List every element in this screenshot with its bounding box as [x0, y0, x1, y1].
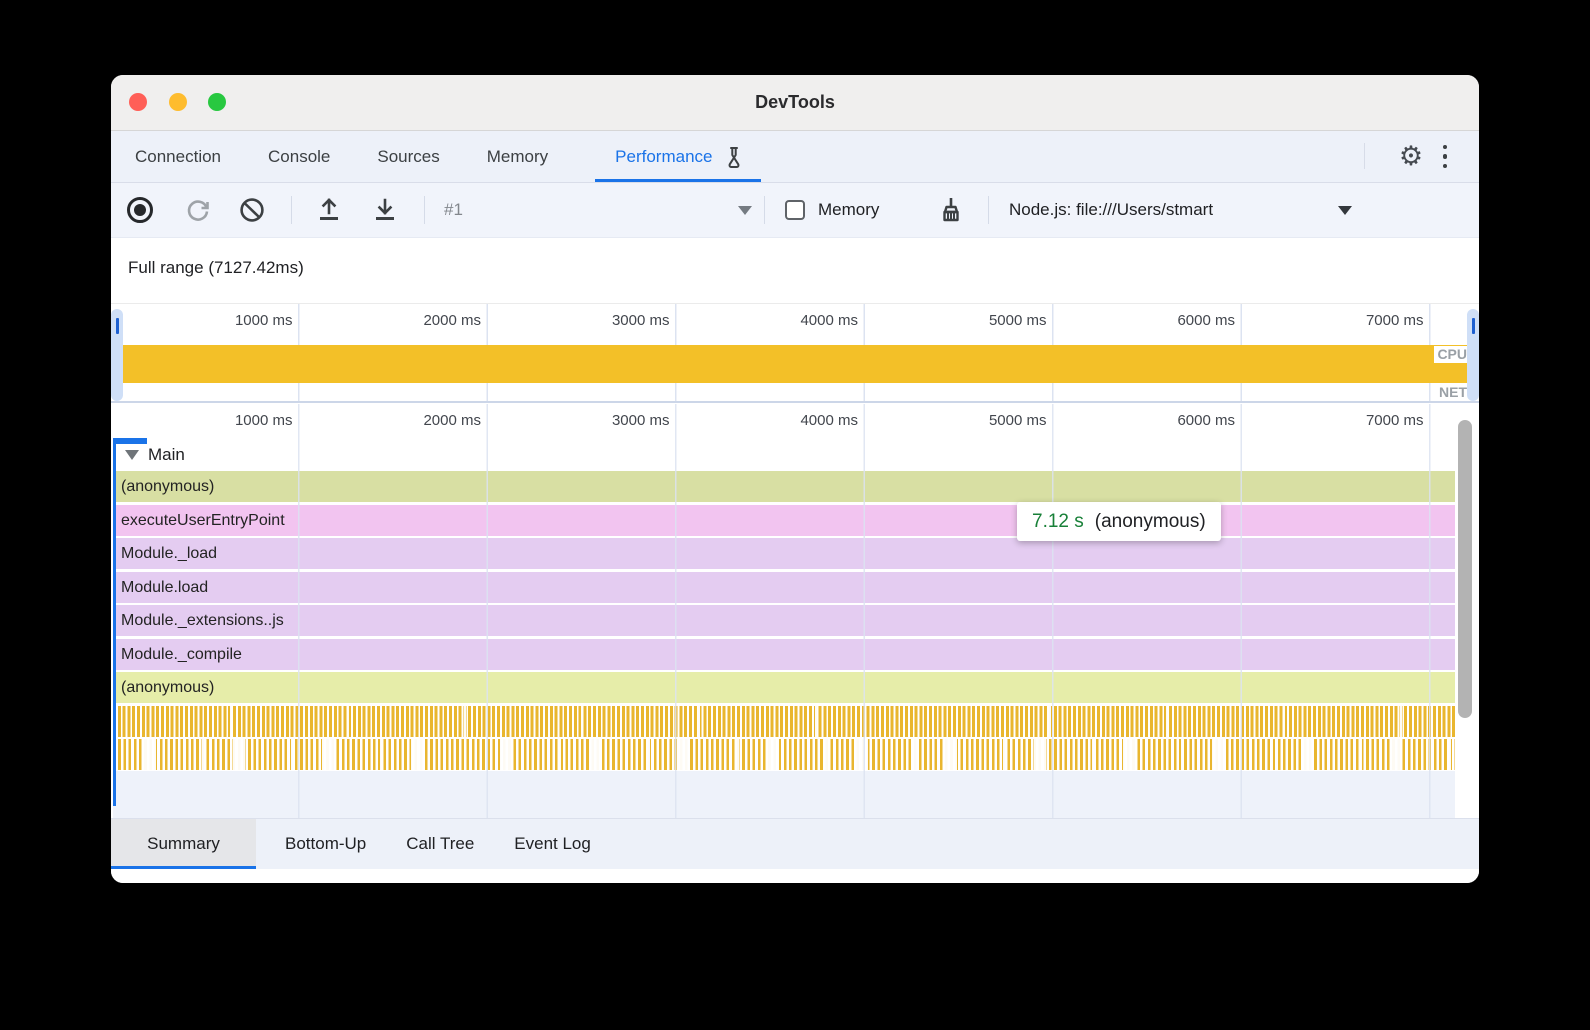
chevron-down-icon	[738, 206, 752, 215]
save-profile-button[interactable]	[370, 183, 400, 237]
tooltip-duration: 7.12 s	[1032, 511, 1084, 533]
tab-summary[interactable]: Summary	[111, 819, 256, 869]
record-button[interactable]	[125, 183, 155, 237]
tooltip-name: (anonymous)	[1095, 511, 1206, 533]
panel-tabbar: Connection Console Sources Memory Perfor…	[111, 131, 1479, 183]
full-range-label: Full range (7127.42ms)	[128, 258, 304, 278]
tab-call-tree[interactable]: Call Tree	[386, 819, 494, 869]
target-selector-arrow[interactable]	[1335, 183, 1355, 237]
tab-performance[interactable]: Performance	[595, 131, 752, 182]
history-dropdown-arrow[interactable]	[735, 183, 755, 237]
upload-icon	[316, 196, 342, 224]
tab-memory[interactable]: Memory	[487, 131, 548, 182]
cpu-activity-bar[interactable]	[113, 345, 1477, 383]
history-dropdown[interactable]: #1	[444, 183, 484, 237]
download-icon	[372, 196, 398, 224]
net-track-label: NET	[1436, 384, 1470, 401]
load-profile-button[interactable]	[314, 183, 344, 237]
cpu-track-label: CPU	[1434, 346, 1470, 363]
clear-icon	[239, 197, 265, 223]
tab-sources[interactable]: Sources	[377, 131, 439, 182]
flame-tooltip: 7.12 s (anonymous)	[1017, 502, 1221, 541]
tab-bottom-up[interactable]: Bottom-Up	[265, 819, 386, 869]
summary-pane	[111, 869, 1479, 883]
overview-left-handle[interactable]	[111, 309, 123, 401]
flask-icon	[723, 145, 745, 169]
vertical-scrollbar[interactable]	[1458, 420, 1472, 718]
checkbox-icon	[785, 200, 805, 220]
window-title: DevTools	[111, 75, 1479, 130]
reload-record-button[interactable]	[183, 183, 213, 237]
broom-icon	[936, 195, 966, 225]
reload-icon	[185, 197, 211, 223]
collect-garbage-button[interactable]	[933, 183, 969, 237]
track-selection-cap	[113, 438, 147, 444]
record-icon	[127, 197, 153, 223]
flame-ruler: 1000 ms 2000 ms 3000 ms 4000 ms 5000 ms …	[111, 404, 1431, 438]
toolbar-divider	[988, 196, 989, 224]
performance-toolbar: #1 Memory Node.js: file:///Users/stmart	[111, 183, 1479, 238]
titlebar: DevTools	[111, 75, 1479, 131]
memory-checkbox[interactable]	[785, 183, 805, 237]
main-track-header[interactable]: Main	[125, 440, 185, 470]
target-selector[interactable]: Node.js: file:///Users/stmart	[1009, 183, 1339, 237]
settings-gear-icon[interactable]: ⚙	[1394, 131, 1428, 182]
clear-button[interactable]	[237, 183, 267, 237]
tabbar-divider	[1364, 143, 1365, 169]
memory-checkbox-label[interactable]: Memory	[818, 183, 918, 237]
overview-right-handle[interactable]	[1467, 309, 1479, 401]
tab-console[interactable]: Console	[268, 131, 330, 182]
toolbar-divider	[764, 196, 765, 224]
tab-event-log[interactable]: Event Log	[494, 819, 611, 869]
chevron-down-icon	[1338, 206, 1352, 215]
kebab-menu-icon[interactable]	[1439, 131, 1451, 182]
track-selection-accent	[113, 444, 116, 806]
tab-connection[interactable]: Connection	[135, 131, 221, 182]
overview-ruler: 1000 ms 2000 ms 3000 ms 4000 ms 5000 ms …	[111, 304, 1431, 338]
detail-tabbar: Summary Bottom-Up Call Tree Event Log	[111, 818, 1479, 869]
toolbar-divider	[291, 196, 292, 224]
toolbar-divider	[424, 196, 425, 224]
triangle-down-icon	[125, 450, 139, 460]
flame-gridlines	[111, 404, 1455, 818]
devtools-window: DevTools Connection Console Sources Memo…	[111, 75, 1479, 883]
